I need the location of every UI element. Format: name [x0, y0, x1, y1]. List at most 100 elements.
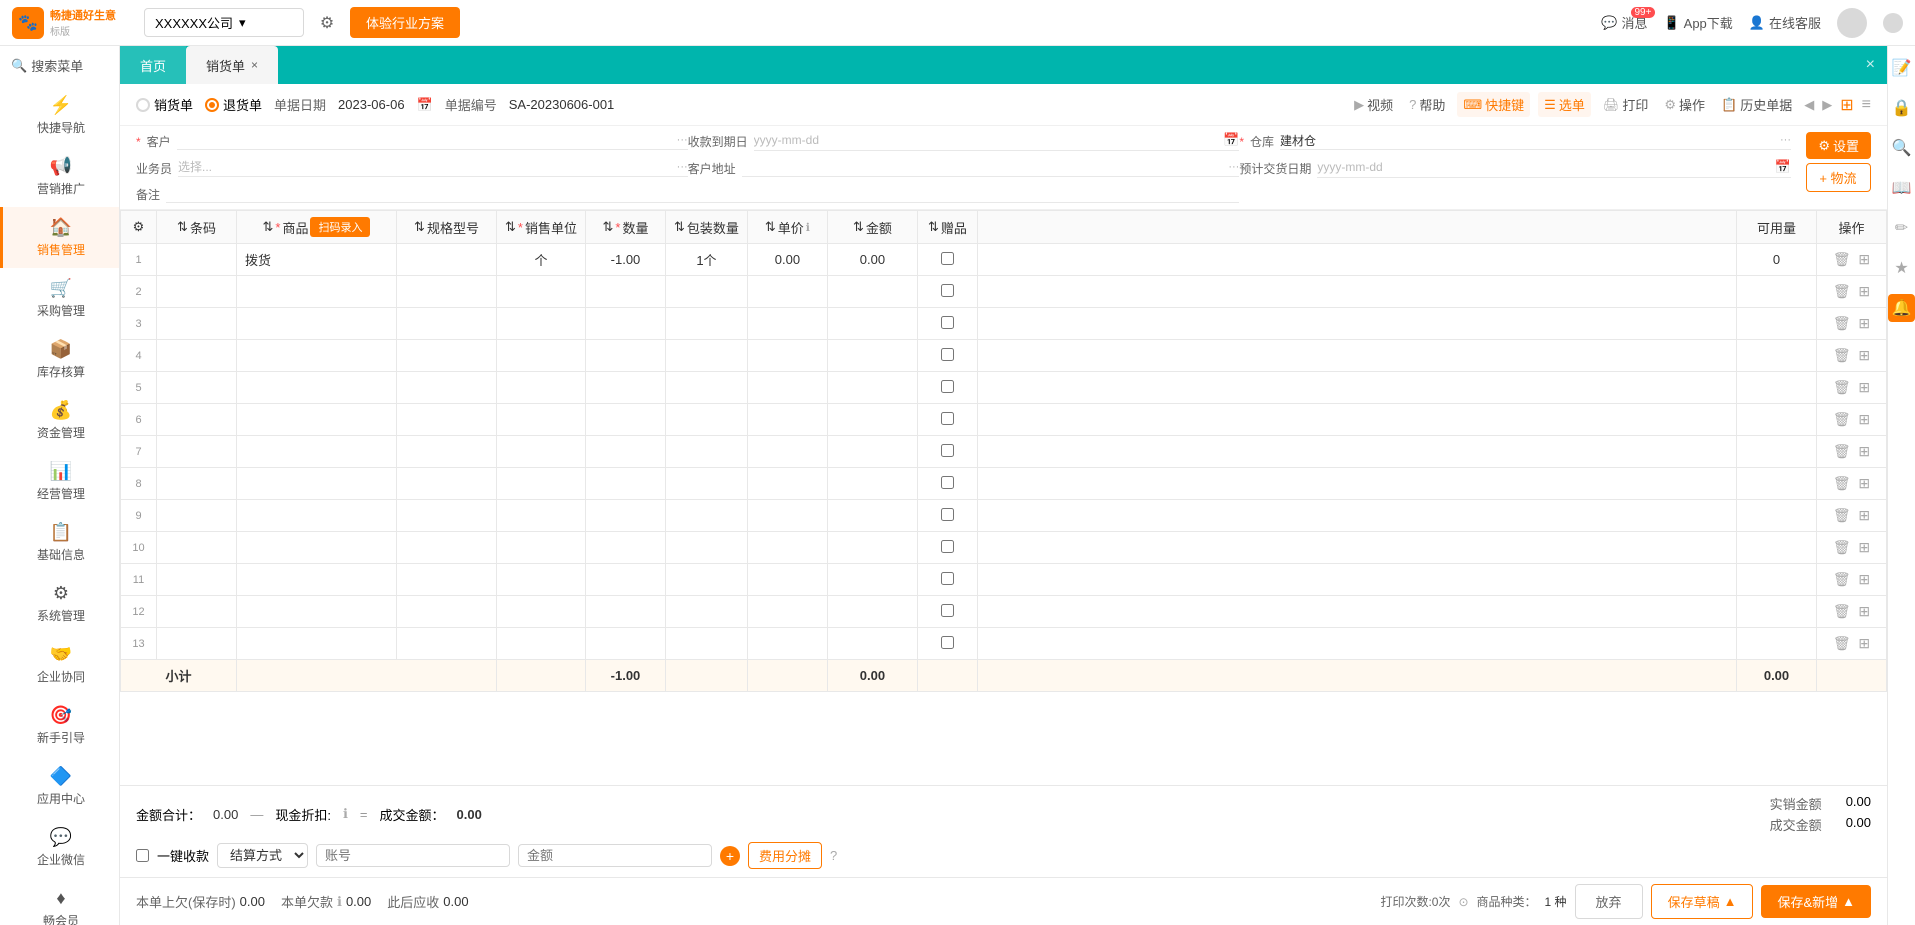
copy-row-icon[interactable]: ⊞	[1858, 539, 1870, 555]
copy-row-icon[interactable]: ⊞	[1858, 315, 1870, 331]
rp-star-icon[interactable]: ★	[1890, 254, 1912, 282]
notes-input[interactable]	[166, 186, 1239, 200]
copy-row-icon[interactable]: ⊞	[1858, 251, 1870, 267]
save-draft-btn[interactable]: 保存草稿 ▲	[1651, 884, 1754, 919]
owed-info-icon[interactable]: ℹ	[337, 894, 342, 910]
delete-row-icon[interactable]: 🗑	[1833, 475, 1851, 491]
app-download-btn[interactable]: 📱 App下载	[1663, 13, 1732, 32]
sidebar-item-appstore[interactable]: 🔷 应用中心	[0, 756, 119, 817]
delivery-date-input[interactable]	[1317, 160, 1774, 174]
sidebar-item-quick-nav[interactable]: ⚡ 快捷导航	[0, 85, 119, 146]
expense-help-icon[interactable]: ?	[830, 848, 837, 863]
add-payment-btn[interactable]: +	[720, 846, 740, 866]
sidebar-item-member[interactable]: ♦ 畅会员	[0, 878, 119, 925]
rp-search-icon[interactable]: 🔍	[1888, 134, 1915, 162]
sidebar-search[interactable]: 🔍 搜索菜单	[0, 46, 119, 85]
sidebar-item-guide[interactable]: 🎯 新手引导	[0, 695, 119, 756]
sort-pkg-icon[interactable]: ⇅	[674, 219, 685, 235]
ops-btn[interactable]: ⚙ 操作	[1660, 93, 1709, 116]
delete-row-icon[interactable]: 🗑	[1833, 571, 1851, 587]
copy-row-icon[interactable]: ⊞	[1858, 475, 1870, 491]
rp-alert-icon[interactable]: 🔔	[1888, 294, 1915, 322]
help-btn[interactable]: ? 帮助	[1405, 93, 1449, 116]
delete-row-icon[interactable]: 🗑	[1833, 507, 1851, 523]
print-btn[interactable]: 🖨 打印	[1599, 93, 1653, 116]
delete-row-icon[interactable]: 🗑	[1833, 603, 1851, 619]
delete-row-icon[interactable]: 🗑	[1833, 411, 1851, 427]
delete-row-icon[interactable]: 🗑	[1833, 539, 1851, 555]
online-service-btn[interactable]: 👤 在线客服	[1749, 13, 1821, 32]
scan-btn[interactable]: 扫码录入	[310, 217, 370, 237]
price-info-icon[interactable]: ℹ	[806, 221, 810, 234]
due-date-calendar-icon[interactable]: 📅	[1223, 132, 1239, 148]
sidebar-item-system[interactable]: ⚙ 系统管理	[0, 573, 119, 634]
settings-btn[interactable]: ⚙ 设置	[1806, 132, 1871, 159]
abandon-btn[interactable]: 放弃	[1575, 884, 1643, 919]
company-selector[interactable]: XXXXXX公司 ▾	[144, 8, 304, 37]
copy-row-icon[interactable]: ⊞	[1858, 443, 1870, 459]
delete-row-icon[interactable]: 🗑	[1833, 347, 1851, 363]
history-btn[interactable]: 📋 历史单据	[1717, 93, 1796, 116]
select-btn[interactable]: ☰ 选单	[1538, 92, 1591, 117]
copy-row-icon[interactable]: ⊞	[1858, 635, 1870, 651]
warehouse-ellipsis[interactable]: ···	[1780, 134, 1791, 146]
due-date-input[interactable]	[754, 133, 1223, 147]
delete-row-icon[interactable]: 🗑	[1833, 635, 1851, 651]
salesperson-ellipsis[interactable]: ···	[677, 161, 688, 173]
calendar-icon[interactable]: 📅	[417, 97, 433, 113]
delete-row-icon[interactable]: 🗑	[1833, 283, 1851, 299]
delivery-calendar-icon[interactable]: 📅	[1775, 159, 1791, 175]
settings-btn[interactable]: ⚙	[312, 8, 342, 38]
logistics-btn[interactable]: + 物流	[1806, 163, 1871, 192]
grid-view-icon[interactable]: ⊞	[1840, 95, 1853, 115]
video-btn[interactable]: ▶ 视频	[1350, 93, 1397, 116]
sort-spec-icon[interactable]: ⇅	[414, 219, 425, 235]
sort-unit-icon[interactable]: ⇅	[505, 219, 516, 235]
warehouse-input[interactable]	[1280, 133, 1780, 147]
save-new-btn[interactable]: 保存&新增 ▲	[1761, 885, 1871, 918]
delete-row-icon[interactable]: 🗑	[1833, 315, 1851, 331]
radio-sales[interactable]: 销货单	[136, 95, 193, 114]
customer-input[interactable]	[177, 133, 677, 147]
sort-gift-icon[interactable]: ⇅	[928, 219, 939, 235]
shortcut-btn[interactable]: ⌨ 快捷键	[1457, 92, 1530, 117]
sort-price-icon[interactable]: ⇅	[765, 219, 776, 235]
copy-row-icon[interactable]: ⊞	[1858, 507, 1870, 523]
copy-row-icon[interactable]: ⊞	[1858, 411, 1870, 427]
rp-edit-icon[interactable]: 📝	[1888, 54, 1915, 82]
nav-prev-icon[interactable]: ◀	[1804, 97, 1814, 113]
sidebar-item-cooperation[interactable]: 🤝 企业协同	[0, 634, 119, 695]
copy-row-icon[interactable]: ⊞	[1858, 571, 1870, 587]
sort-qty-icon[interactable]: ⇅	[602, 219, 613, 235]
tab-close-icon[interactable]: ×	[251, 58, 258, 72]
user-avatar[interactable]	[1837, 8, 1867, 38]
tab-sales-order[interactable]: 销货单 ×	[186, 46, 278, 84]
nav-next-icon[interactable]: ▶	[1822, 97, 1832, 113]
customer-ellipsis[interactable]: ···	[677, 134, 688, 146]
sort-product-icon[interactable]: ⇅	[263, 219, 274, 235]
sidebar-item-basics[interactable]: 📋 基础信息	[0, 512, 119, 573]
copy-row-icon[interactable]: ⊞	[1858, 347, 1870, 363]
expense-btn[interactable]: 费用分摊	[748, 842, 822, 869]
discount-info-icon[interactable]: ℹ	[343, 806, 348, 822]
user-dropdown[interactable]	[1883, 13, 1903, 33]
copy-row-icon[interactable]: ⊞	[1858, 283, 1870, 299]
one-click-checkbox[interactable]	[136, 849, 149, 862]
sidebar-item-finance[interactable]: 💰 资金管理	[0, 390, 119, 451]
rp-pencil-icon[interactable]: ✏	[1891, 214, 1912, 242]
rp-book-icon[interactable]: 📖	[1888, 174, 1915, 202]
delete-row-icon[interactable]: 🗑	[1833, 379, 1851, 395]
addr-ellipsis[interactable]: ···	[1228, 161, 1239, 173]
product-type-icon[interactable]: ⊙	[1458, 895, 1468, 909]
rp-lock-icon[interactable]: 🔒	[1888, 94, 1915, 122]
account-input[interactable]	[316, 844, 510, 867]
pay-method-select[interactable]: 结算方式	[217, 843, 308, 868]
tab-home[interactable]: 首页	[120, 46, 186, 84]
table-settings-icon[interactable]: ⚙	[133, 219, 145, 234]
customer-addr-input[interactable]	[742, 160, 1229, 174]
message-btn[interactable]: 💬 消息 99+	[1601, 13, 1647, 32]
window-close-btn[interactable]: ×	[1854, 56, 1887, 74]
sidebar-item-purchase[interactable]: 🛒 采购管理	[0, 268, 119, 329]
delete-row-icon[interactable]: 🗑	[1833, 251, 1851, 267]
list-view-icon[interactable]: ≡	[1862, 96, 1871, 114]
